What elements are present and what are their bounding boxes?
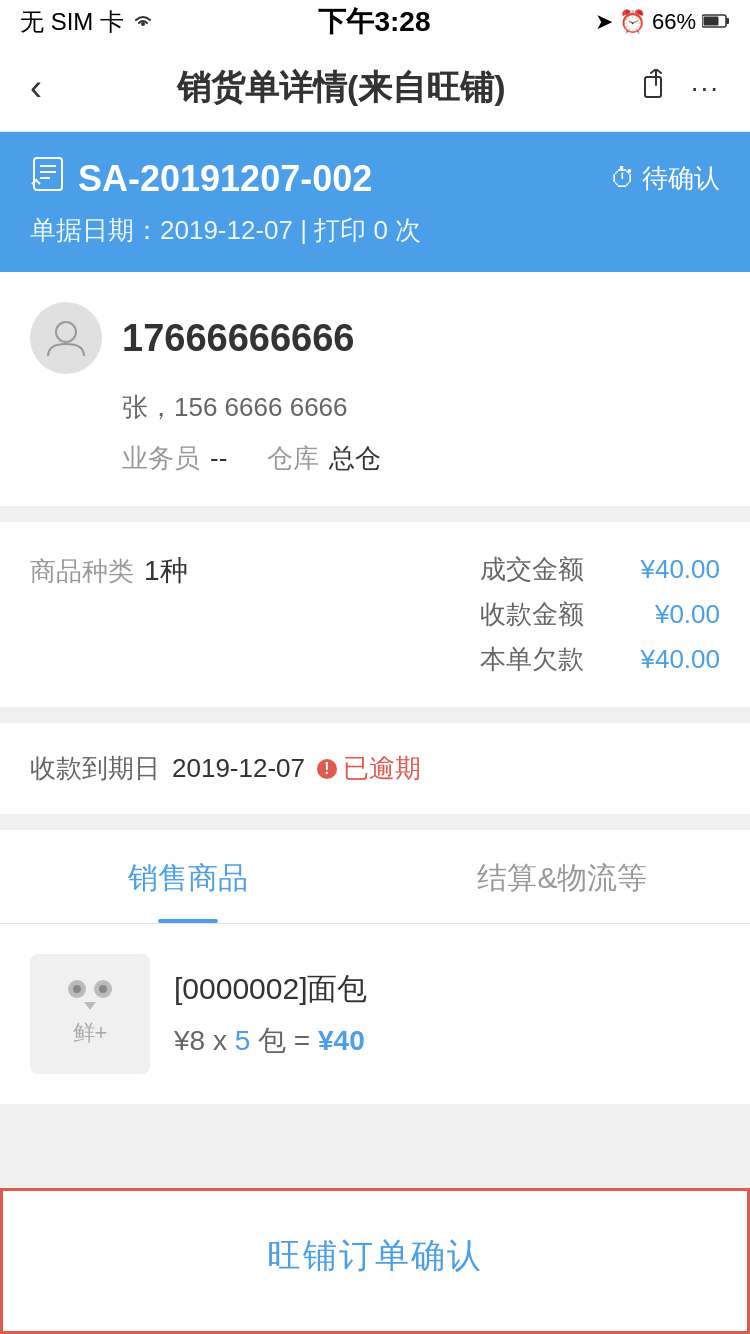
overdue-dot: ! — [317, 759, 337, 779]
clock-icon: ⏱ — [610, 163, 636, 194]
deal-amount-label: 成交金额 — [480, 552, 584, 587]
goods-type: 商品种类 1种 — [30, 552, 188, 590]
overdue-text: 已逾期 — [343, 751, 421, 786]
due-label: 收款到期日 — [30, 751, 160, 786]
goods-type-label: 商品种类 — [30, 554, 134, 589]
due-section: 收款到期日 2019-12-07 ! 已逾期 — [0, 723, 750, 814]
goods-type-value: 1种 — [144, 552, 188, 590]
order-header-top: SA-20191207-002 ⏱ 待确认 — [30, 156, 720, 201]
product-owl-logo: 鲜+ — [68, 980, 112, 1048]
product-item: 鲜+ [0000002]面包 ¥8 x 5 包 = ¥40 — [0, 924, 750, 1104]
salesperson-meta: 业务员 -- — [122, 441, 227, 476]
product-brand-text: 鲜+ — [73, 1018, 108, 1048]
confirm-button-wrapper: 旺铺订单确认 — [0, 1188, 750, 1334]
tab-section: 销售商品 结算&物流等 鲜+ [0000 — [0, 830, 750, 1104]
amount-left: 商品种类 1种 — [30, 552, 188, 590]
share-button[interactable] — [641, 69, 671, 107]
tab-settlement[interactable]: 结算&物流等 — [375, 830, 750, 923]
wifi-icon — [132, 8, 154, 36]
deal-amount-value: ¥40.00 — [600, 554, 720, 585]
page-title: 销货单详情(来自旺铺) — [177, 65, 506, 111]
battery-text: 66% — [652, 9, 696, 35]
customer-section: 17666666666 张，156 6666 6666 业务员 -- 仓库 总仓 — [0, 272, 750, 506]
received-amount-label: 收款金额 — [480, 597, 584, 632]
product-total: ¥40 — [318, 1025, 365, 1056]
customer-meta: 业务员 -- 仓库 总仓 — [30, 441, 720, 476]
confirm-button[interactable]: 旺铺订单确认 — [33, 1211, 717, 1301]
product-unit: 包 — [258, 1025, 286, 1056]
warehouse-label: 仓库 — [267, 441, 319, 476]
product-equals: = — [294, 1025, 318, 1056]
order-status-text: 待确认 — [642, 161, 720, 196]
alarm-icon: ⏰ — [619, 9, 646, 35]
tab-settlement-label: 结算&物流等 — [477, 861, 647, 894]
svg-rect-5 — [34, 158, 62, 190]
order-date: 单据日期：2019-12-07 | 打印 0 次 — [30, 213, 720, 248]
customer-phone: 17666666666 — [122, 317, 354, 360]
owl-eye-left — [68, 980, 86, 998]
order-status: ⏱ 待确认 — [610, 161, 720, 196]
warehouse-value: 总仓 — [329, 441, 381, 476]
customer-name: 张，156 6666 6666 — [30, 390, 720, 425]
svg-rect-2 — [703, 17, 718, 26]
battery-icon — [702, 9, 730, 35]
owl-beak — [84, 1002, 96, 1010]
location-icon: ➤ — [595, 9, 613, 35]
status-right-icons: ➤ ⏰ 66% — [595, 9, 730, 35]
amount-section: 商品种类 1种 成交金额 ¥40.00 收款金额 ¥0.00 本单欠款 ¥40.… — [0, 522, 750, 707]
product-price: ¥8 x 5 包 = ¥40 — [174, 1022, 720, 1060]
owed-amount-value: ¥40.00 — [600, 644, 720, 675]
owed-amount-row: 本单欠款 ¥40.00 — [480, 642, 720, 677]
more-button[interactable]: ··· — [691, 72, 720, 104]
back-button[interactable]: ‹ — [30, 67, 42, 109]
owed-amount-label: 本单欠款 — [480, 642, 584, 677]
owl-eyes — [68, 980, 112, 998]
product-multiply: x — [213, 1025, 235, 1056]
tab-sales-goods-label: 销售商品 — [128, 861, 248, 894]
amount-right: 成交金额 ¥40.00 收款金额 ¥0.00 本单欠款 ¥40.00 — [480, 552, 720, 677]
due-date: 2019-12-07 — [172, 753, 305, 784]
nav-bar: ‹ 销货单详情(来自旺铺) ··· — [0, 44, 750, 132]
svg-point-9 — [56, 322, 76, 342]
salesperson-label: 业务员 — [122, 441, 200, 476]
product-unit-price: ¥8 — [174, 1025, 205, 1056]
salesperson-value: -- — [210, 443, 227, 474]
product-title: 面包 — [307, 972, 367, 1005]
order-icon — [30, 156, 66, 201]
carrier-text: 无 SIM 卡 — [20, 6, 124, 38]
svg-rect-3 — [645, 77, 661, 97]
warehouse-meta: 仓库 总仓 — [267, 441, 381, 476]
received-amount-value: ¥0.00 — [600, 599, 720, 630]
owl-eye-right — [94, 980, 112, 998]
status-time: 下午3:28 — [318, 3, 430, 41]
customer-top: 17666666666 — [30, 302, 720, 374]
order-header: SA-20191207-002 ⏱ 待确认 单据日期：2019-12-07 | … — [0, 132, 750, 272]
tabs: 销售商品 结算&物流等 — [0, 830, 750, 924]
svg-rect-1 — [726, 18, 729, 24]
order-id: SA-20191207-002 — [30, 156, 372, 201]
tab-sales-goods[interactable]: 销售商品 — [0, 830, 375, 923]
overdue-badge: ! 已逾期 — [317, 751, 421, 786]
customer-avatar — [30, 302, 102, 374]
order-id-text: SA-20191207-002 — [78, 158, 372, 200]
deal-amount-row: 成交金额 ¥40.00 — [480, 552, 720, 587]
product-info: [0000002]面包 ¥8 x 5 包 = ¥40 — [174, 969, 720, 1060]
product-image: 鲜+ — [30, 954, 150, 1074]
received-amount-row: 收款金额 ¥0.00 — [480, 597, 720, 632]
status-carrier: 无 SIM 卡 — [20, 6, 154, 38]
product-qty: 5 — [235, 1025, 251, 1056]
status-bar: 无 SIM 卡 下午3:28 ➤ ⏰ 66% — [0, 0, 750, 44]
nav-actions: ··· — [641, 69, 720, 107]
product-code: [0000002] — [174, 972, 307, 1005]
product-name: [0000002]面包 — [174, 969, 720, 1010]
